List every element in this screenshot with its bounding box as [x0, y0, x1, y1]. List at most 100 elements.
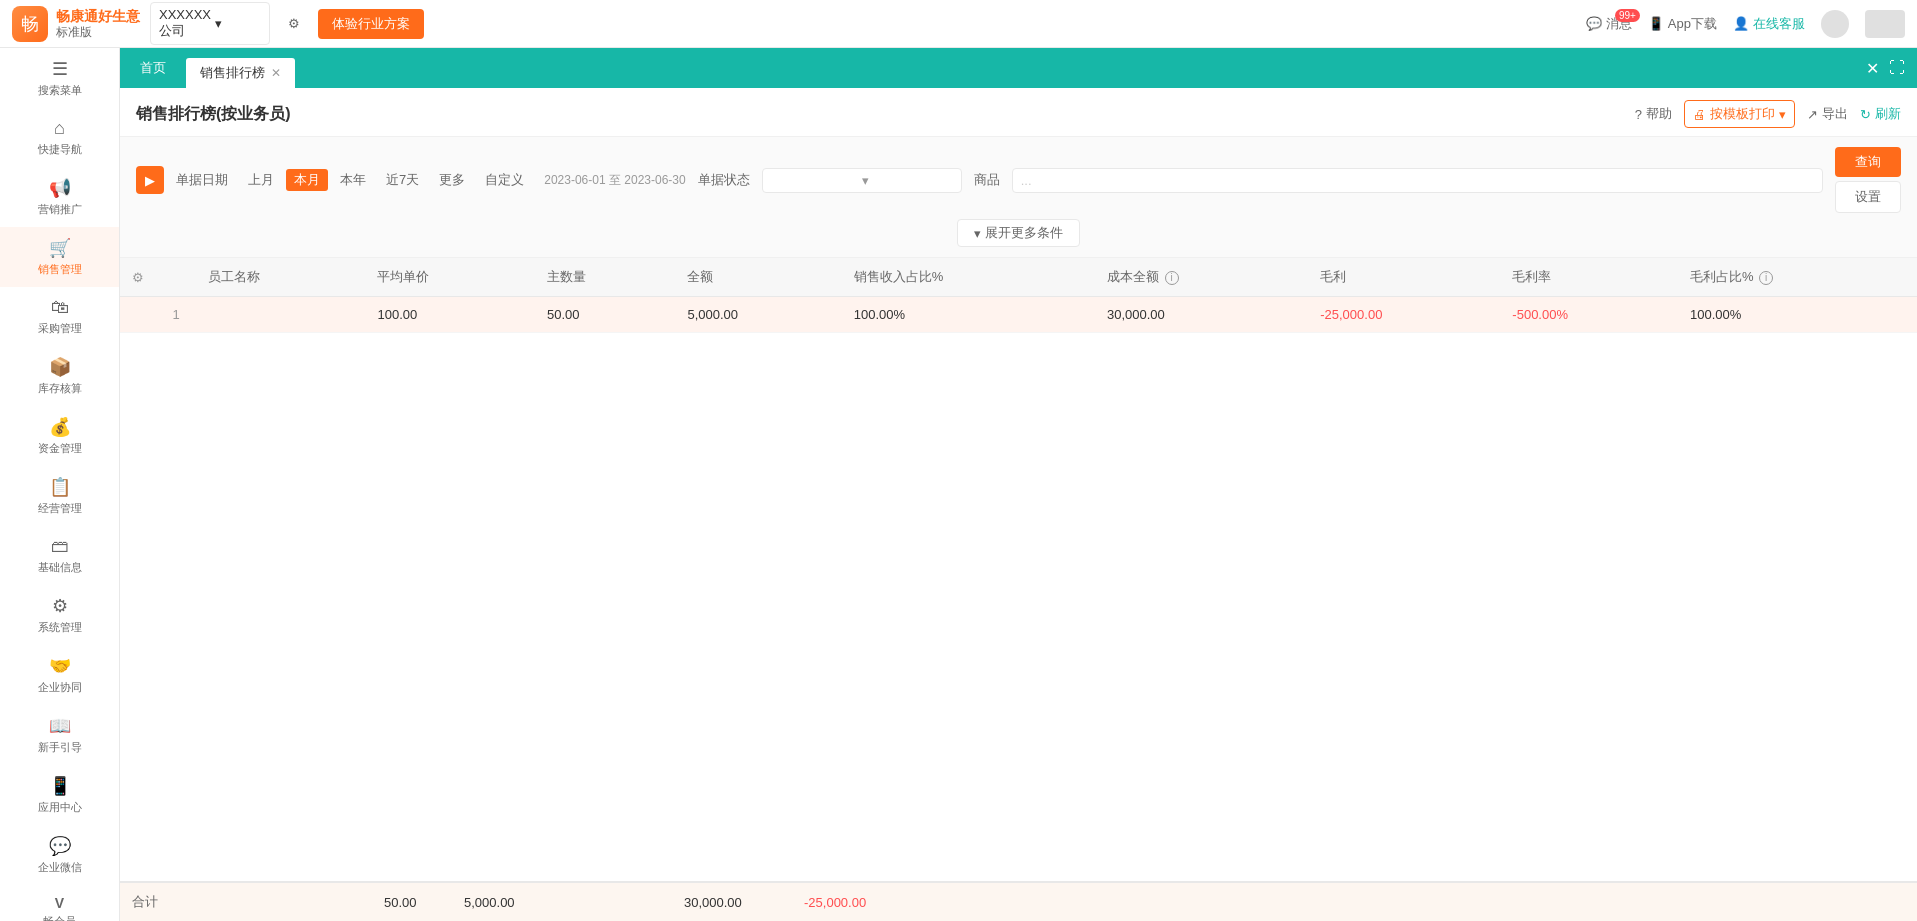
- table-row: 1 100.00 50.00 5,000.00 100.00% 30,000.0…: [120, 297, 1917, 333]
- cell-settings: [120, 297, 156, 333]
- sidebar-item-inventory[interactable]: 📦 库存核算: [0, 346, 119, 406]
- date-tab-7days[interactable]: 近7天: [378, 169, 427, 191]
- filter-arrow-button[interactable]: ▶: [136, 166, 164, 194]
- trial-button[interactable]: 体验行业方案: [318, 9, 424, 39]
- footer-sales-pct: [552, 895, 672, 910]
- cost-info-icon[interactable]: i: [1165, 271, 1179, 285]
- app-download-button[interactable]: 📱 App下载: [1648, 15, 1717, 33]
- sidebar-item-enterprise[interactable]: 🤝 企业协同: [0, 645, 119, 705]
- help-button[interactable]: ? 帮助: [1635, 105, 1672, 123]
- page-header: 销售排行榜(按业务员) ? 帮助 🖨 按模板打印 ▾ ↗: [120, 88, 1917, 137]
- message-button[interactable]: 💬 消息 99+: [1586, 15, 1632, 33]
- refresh-icon: ↻: [1860, 107, 1871, 122]
- top-bar: 畅 畅康通好生意 标准版 XXXXXX公司 ▾ ⚙ 体验行业方案 💬 消息 99…: [0, 0, 1917, 48]
- sidebar-item-marketing[interactable]: 📢 营销推广: [0, 167, 119, 227]
- sidebar-item-label: 经营管理: [38, 501, 82, 516]
- sidebar-item-sales[interactable]: 🛒 销售管理: [0, 227, 119, 287]
- table-header-row: ⚙ 员工名称 平均单价 主数量 全额 销售收入占比% 成本全额 i 毛利 毛: [120, 258, 1917, 297]
- sidebar-item-quicknav[interactable]: ⌂ 快捷导航: [0, 108, 119, 167]
- tab-controls: ✕ ⛶: [1854, 59, 1917, 78]
- money-icon: 💰: [49, 416, 71, 438]
- message-icon: 💬: [1586, 16, 1602, 31]
- filter-bar: ▶ 单据日期 上月 本月 本年 近7天 更多 自定义 2023-06-01 至 …: [120, 137, 1917, 258]
- goods-label: 商品: [974, 171, 1000, 189]
- date-tab-custom[interactable]: 自定义: [477, 169, 532, 191]
- sidebar-item-label: 库存核算: [38, 381, 82, 396]
- sidebar-item-basics[interactable]: 🗃 基础信息: [0, 526, 119, 585]
- export-button[interactable]: ↗ 导出: [1807, 105, 1848, 123]
- gear-icon: ⚙: [52, 595, 68, 617]
- sidebar-item-operations[interactable]: 📋 经营管理: [0, 466, 119, 526]
- cell-amount: 5,000.00: [675, 297, 841, 333]
- cell-cost: 30,000.00: [1095, 297, 1308, 333]
- sidebar-item-finance[interactable]: 💰 资金管理: [0, 406, 119, 466]
- table-footer: 合计 50.00 5,000.00 30,000.00 -25,000.00: [120, 881, 1917, 921]
- col-amount: 全额: [675, 258, 841, 297]
- filter-row: ▶ 单据日期 上月 本月 本年 近7天 更多 自定义 2023-06-01 至 …: [136, 147, 1901, 213]
- table-container: ⚙ 员工名称 平均单价 主数量 全额 销售收入占比% 成本全额 i 毛利 毛: [120, 258, 1917, 881]
- app-logo: 畅: [12, 6, 48, 42]
- top-bar-left: 畅 畅康通好生意 标准版: [12, 6, 140, 42]
- message-badge: 99+: [1615, 9, 1640, 22]
- footer-gross-profit: -25,000.00: [792, 895, 912, 910]
- database-icon: 🗃: [51, 536, 69, 557]
- sidebar-item-label: 企业微信: [38, 860, 82, 875]
- wechat-icon: 💬: [49, 835, 71, 857]
- col-settings: ⚙: [120, 258, 156, 297]
- member-icon: V: [55, 895, 64, 911]
- maximize-icon[interactable]: ⛶: [1889, 59, 1905, 77]
- tab-sales-ranking[interactable]: 销售排行榜 ✕: [186, 58, 295, 88]
- status-select[interactable]: ▾: [762, 168, 962, 193]
- page-title: 销售排行榜(按业务员): [136, 104, 291, 125]
- main-area: ☰ 搜索菜单 ⌂ 快捷导航 📢 营销推广 🛒 销售管理 🛍 采购管理 📦 库: [0, 48, 1917, 921]
- download-icon: 📱: [1648, 16, 1664, 31]
- col-rank: [156, 258, 196, 297]
- cart-icon: 🛒: [49, 237, 71, 259]
- footer-cells: 50.00 5,000.00 30,000.00 -25,000.00: [252, 895, 1905, 910]
- close-window-icon[interactable]: ✕: [1866, 59, 1879, 78]
- sidebar-item-search[interactable]: ☰ 搜索菜单: [0, 48, 119, 108]
- date-tab-this-month[interactable]: 本月: [286, 169, 328, 191]
- expand-conditions-button[interactable]: ▾ 展开更多条件: [957, 219, 1080, 247]
- refresh-button[interactable]: ↻ 刷新: [1860, 105, 1901, 123]
- goods-input[interactable]: ...: [1012, 168, 1823, 193]
- sidebar-item-label: 营销推广: [38, 202, 82, 217]
- company-selector[interactable]: XXXXXX公司 ▾: [150, 2, 270, 45]
- sidebar-item-label: 畅会员: [43, 914, 76, 921]
- avatar-text: [1865, 10, 1905, 38]
- sidebar-item-purchase[interactable]: 🛍 采购管理: [0, 287, 119, 346]
- avatar[interactable]: [1821, 10, 1849, 38]
- cell-gross-margin: -500.00%: [1500, 297, 1678, 333]
- set-button[interactable]: 设置: [1835, 181, 1901, 213]
- tab-home[interactable]: 首页: [120, 48, 186, 88]
- megaphone-icon: 📢: [49, 177, 71, 199]
- service-icon: 👤: [1733, 16, 1749, 31]
- date-tab-last-month[interactable]: 上月: [240, 169, 282, 191]
- chevron-down-icon: ▾: [974, 226, 981, 241]
- apps-icon: 📱: [49, 775, 71, 797]
- query-button[interactable]: 查询: [1835, 147, 1901, 177]
- date-tab-this-year[interactable]: 本年: [332, 169, 374, 191]
- sidebar-item-label: 应用中心: [38, 800, 82, 815]
- sidebar-item-guide[interactable]: 📖 新手引导: [0, 705, 119, 765]
- template-print-button[interactable]: 🖨 按模板打印 ▾: [1684, 100, 1795, 128]
- sidebar-item-apps[interactable]: 📱 应用中心: [0, 765, 119, 825]
- sidebar-item-wechat[interactable]: 💬 企业微信: [0, 825, 119, 885]
- col-employee-name: 员工名称: [196, 258, 365, 297]
- print-icon: 🖨: [1693, 107, 1706, 122]
- online-service-button[interactable]: 👤 在线客服: [1733, 15, 1805, 33]
- date-tab-more[interactable]: 更多: [431, 169, 473, 191]
- home-icon: ⌂: [54, 118, 65, 139]
- gross-pct-info-icon[interactable]: i: [1759, 271, 1773, 285]
- settings-button[interactable]: ⚙: [280, 10, 308, 38]
- column-settings-icon[interactable]: ⚙: [132, 270, 144, 285]
- footer-qty: 50.00: [372, 895, 452, 910]
- table-body: 1 100.00 50.00 5,000.00 100.00% 30,000.0…: [120, 297, 1917, 333]
- help-icon: ?: [1635, 107, 1642, 122]
- sidebar-item-label: 基础信息: [38, 560, 82, 575]
- date-tabs: 上月 本月 本年 近7天 更多 自定义: [240, 169, 532, 191]
- sidebar-item-member[interactable]: V 畅会员: [0, 885, 119, 921]
- tab-close-icon[interactable]: ✕: [271, 66, 281, 80]
- sidebar-item-label: 搜索菜单: [38, 83, 82, 98]
- sidebar-item-system[interactable]: ⚙ 系统管理: [0, 585, 119, 645]
